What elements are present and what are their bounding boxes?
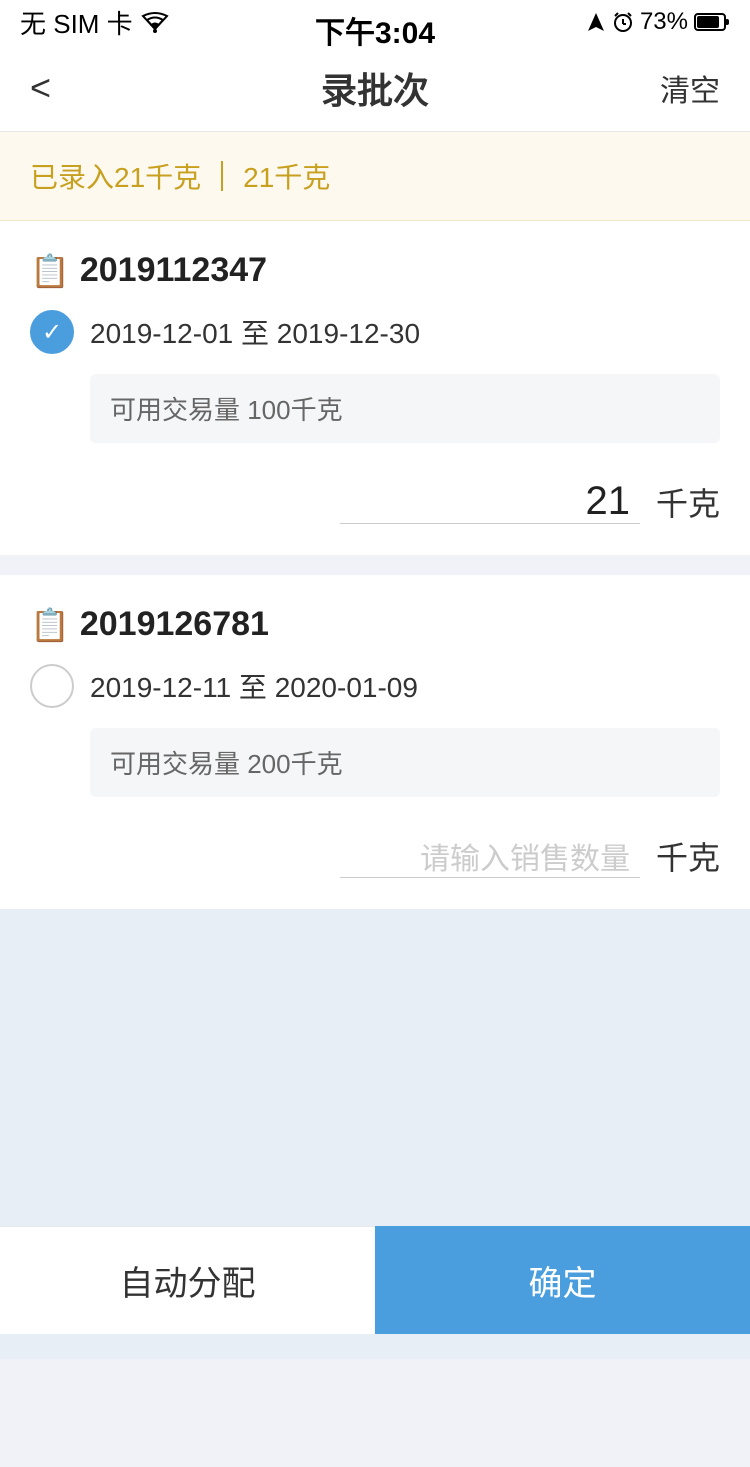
batch-date-row-1: ✓ 2019-12-01 至 2019-12-30 [0, 300, 750, 364]
page-title: 录批次 [321, 62, 429, 114]
battery-text: 73% [640, 8, 688, 36]
qty-value-1: 21 [585, 479, 630, 524]
check-mark-1: ✓ [42, 318, 62, 347]
status-time: 下午3:04 [315, 8, 435, 52]
batch-date-row-2: 2019-12-11 至 2020-01-09 [0, 654, 750, 718]
no-sim-text: 无 SIM 卡 [20, 4, 133, 41]
summary-divider [221, 161, 223, 191]
batch-card-2: 📋 2019126781 2019-12-11 至 2020-01-09 可用交… [0, 575, 750, 909]
batch-id-2: 2019126781 [80, 605, 269, 644]
batch-header-2: 📋 2019126781 [0, 575, 750, 654]
location-icon [586, 11, 606, 33]
qty-underline-1[interactable]: 21 [340, 480, 640, 524]
qty-unit-2: 千克 [656, 833, 720, 879]
status-left: 无 SIM 卡 [20, 4, 169, 41]
bottom-spacer [0, 1359, 750, 1467]
qty-input-row-1: 21 千克 [0, 463, 750, 555]
batch-id-1: 2019112347 [80, 251, 267, 290]
alarm-icon [612, 11, 634, 33]
available-qty-2: 可用交易量 200千克 [90, 728, 720, 797]
clear-button[interactable]: 清空 [660, 66, 720, 110]
nav-bar: < 录批次 清空 [0, 44, 750, 132]
radio-button-1[interactable]: ✓ [30, 310, 74, 354]
auto-distribute-button[interactable]: 自动分配 [0, 1226, 375, 1334]
radio-button-2[interactable] [30, 664, 74, 708]
batch-separator [0, 555, 750, 575]
qty-placeholder-2: 请输入销售数量 [420, 834, 630, 878]
battery-icon [694, 12, 730, 32]
qty-input-row-2: 请输入销售数量 千克 [0, 817, 750, 909]
wifi-icon [141, 11, 169, 33]
batch-date-2: 2019-12-11 至 2020-01-09 [90, 666, 418, 706]
bottom-action-bar: 自动分配 确定 [0, 1226, 750, 1334]
total-label: 21千克 [243, 156, 330, 196]
back-button[interactable]: < [30, 67, 90, 109]
batch-header-1: 📋 2019112347 [0, 221, 750, 300]
batch-icon-2: 📋 [30, 606, 70, 644]
qty-unit-1: 千克 [656, 479, 720, 525]
recorded-label: 已录入21千克 [30, 156, 201, 196]
qty-underline-2[interactable]: 请输入销售数量 [340, 834, 640, 878]
batch-date-1: 2019-12-01 至 2019-12-30 [90, 312, 420, 352]
status-right: 73% [586, 8, 730, 36]
confirm-button[interactable]: 确定 [375, 1226, 750, 1334]
status-bar: 无 SIM 卡 下午3:04 73% [0, 0, 750, 44]
batch-card-1: 📋 2019112347 ✓ 2019-12-01 至 2019-12-30 可… [0, 221, 750, 555]
batch-icon-1: 📋 [30, 252, 70, 290]
summary-banner: 已录入21千克 21千克 [0, 132, 750, 221]
available-qty-1: 可用交易量 100千克 [90, 374, 720, 443]
